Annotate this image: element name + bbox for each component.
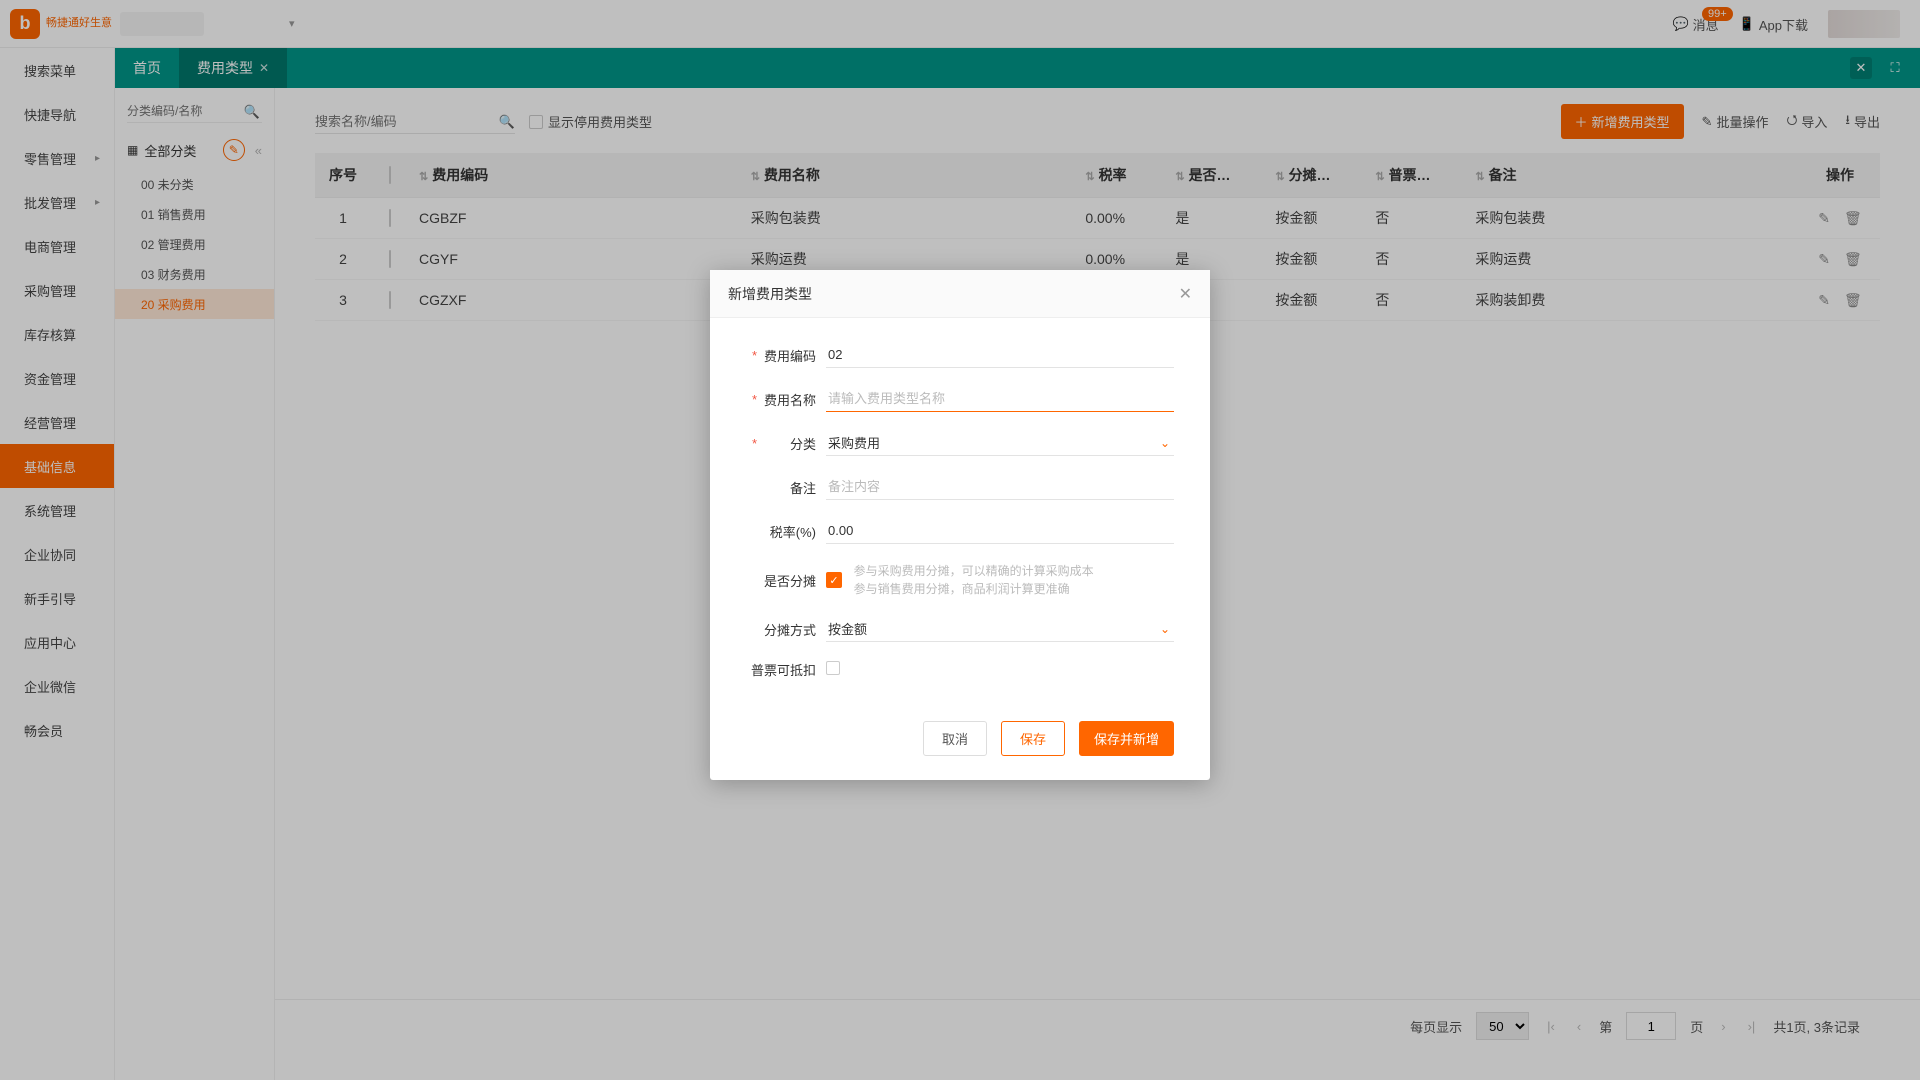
deduct-checkbox[interactable] — [826, 661, 840, 675]
code-label: 费用编码 — [746, 346, 826, 365]
modal-title: 新增费用类型 — [728, 284, 812, 304]
name-input[interactable] — [826, 386, 1174, 412]
method-select[interactable]: ⌄ — [826, 616, 1174, 642]
category-select[interactable]: ⌄ — [826, 430, 1174, 456]
save-button[interactable]: 保存 — [1001, 721, 1065, 756]
alloc-hint: 参与采购费用分摊，可以精确的计算采购成本 参与销售费用分摊，商品利润计算更准确 — [854, 562, 1094, 598]
add-expense-type-modal: 新增费用类型 ✕ 费用编码 费用名称 分类 ⌄ 备注 — [710, 270, 1210, 780]
remark-input[interactable] — [826, 474, 1174, 500]
code-input[interactable] — [826, 342, 1174, 368]
cancel-button[interactable]: 取消 — [923, 721, 987, 756]
rate-label: 税率(%) — [746, 522, 826, 541]
remark-label: 备注 — [746, 478, 826, 497]
save-and-new-button[interactable]: 保存并新增 — [1079, 721, 1174, 756]
alloc-label: 是否分摊 — [746, 571, 826, 590]
deduct-label: 普票可抵扣 — [746, 660, 826, 679]
close-icon[interactable]: ✕ — [1179, 284, 1192, 304]
alloc-checkbox[interactable]: ✓ — [826, 572, 842, 588]
category-label: 分类 — [746, 434, 826, 453]
chevron-down-icon: ⌄ — [1160, 436, 1170, 450]
method-label: 分摊方式 — [746, 620, 826, 639]
name-label: 费用名称 — [746, 390, 826, 409]
chevron-down-icon: ⌄ — [1160, 622, 1170, 636]
modal-overlay: 新增费用类型 ✕ 费用编码 费用名称 分类 ⌄ 备注 — [0, 0, 1920, 1080]
rate-input[interactable] — [826, 518, 1174, 544]
